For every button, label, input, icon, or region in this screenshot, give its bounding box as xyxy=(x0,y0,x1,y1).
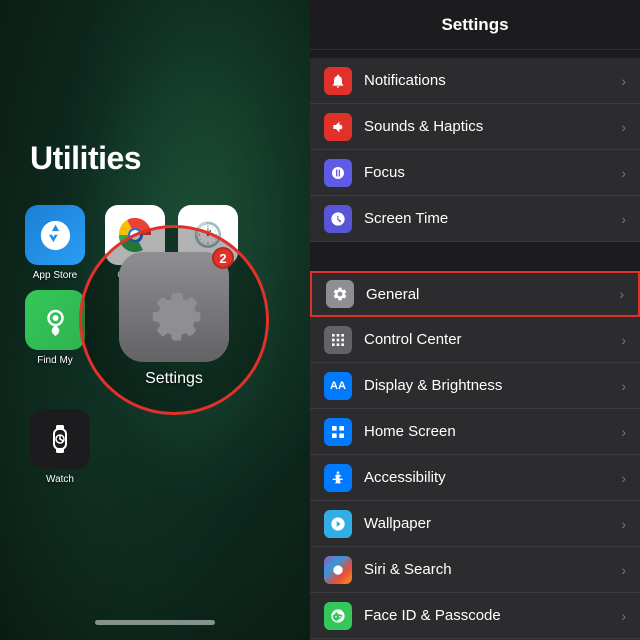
siri-chevron: › xyxy=(621,562,626,578)
right-panel: Settings Notifications › Sounds & Haptic… xyxy=(310,0,640,640)
display-label: Display & Brightness xyxy=(364,377,621,394)
home-bar xyxy=(95,620,215,625)
wallpaper-icon xyxy=(324,510,352,538)
homescreen-icon xyxy=(324,418,352,446)
settings-row-controlcenter[interactable]: Control Center › xyxy=(310,317,640,363)
watch-icon xyxy=(30,409,90,469)
faceid-chevron: › xyxy=(621,608,626,624)
notifications-label: Notifications xyxy=(364,72,621,89)
accessibility-label: Accessibility xyxy=(364,469,621,486)
settings-row-focus[interactable]: Focus › xyxy=(310,150,640,196)
homescreen-chevron: › xyxy=(621,424,626,440)
settings-section-1: Notifications › Sounds & Haptics › Focus… xyxy=(310,58,640,242)
app-store-label: App Store xyxy=(33,270,77,281)
screentime-chevron: › xyxy=(621,211,626,227)
accessibility-chevron: › xyxy=(621,470,626,486)
controlcenter-chevron: › xyxy=(621,332,626,348)
screentime-label: Screen Time xyxy=(364,210,621,227)
settings-row-accessibility[interactable]: Accessibility › xyxy=(310,455,640,501)
display-icon: AA xyxy=(324,372,352,400)
siri-label: Siri & Search xyxy=(364,561,621,578)
left-panel: Utilities App Store Chrome 🕐 xyxy=(0,0,310,640)
folder-title: Utilities xyxy=(30,140,141,177)
wallpaper-label: Wallpaper xyxy=(364,515,621,532)
settings-circle-label: Settings xyxy=(145,370,203,388)
notifications-icon xyxy=(324,67,352,95)
settings-badge: 2 xyxy=(212,247,234,269)
settings-row-faceid[interactable]: Face ID & Passcode › xyxy=(310,593,640,639)
accessibility-icon xyxy=(324,464,352,492)
findmy-label: Find My xyxy=(37,355,73,366)
settings-row-general[interactable]: General › xyxy=(310,271,640,317)
general-icon xyxy=(326,280,354,308)
sounds-chevron: › xyxy=(621,119,626,135)
settings-row-wallpaper[interactable]: Wallpaper › xyxy=(310,501,640,547)
display-chevron: › xyxy=(621,378,626,394)
faceid-icon xyxy=(324,602,352,630)
settings-header: Settings xyxy=(310,0,640,50)
settings-row-display[interactable]: AA Display & Brightness › xyxy=(310,363,640,409)
findmy-item[interactable]: Find My xyxy=(25,290,85,366)
focus-chevron: › xyxy=(621,165,626,181)
settings-row-homescreen[interactable]: Home Screen › xyxy=(310,409,640,455)
focus-label: Focus xyxy=(364,164,621,181)
settings-row-siri[interactable]: Siri & Search › xyxy=(310,547,640,593)
settings-row-screentime[interactable]: Screen Time › xyxy=(310,196,640,242)
sounds-icon xyxy=(324,113,352,141)
settings-list: Notifications › Sounds & Haptics › Focus… xyxy=(310,50,640,640)
settings-circle: 2 Settings xyxy=(79,225,269,415)
findmy-icon xyxy=(25,290,85,350)
settings-icon-large: 2 xyxy=(119,252,229,362)
screentime-icon xyxy=(324,205,352,233)
settings-overlay[interactable]: 2 Settings xyxy=(79,225,269,415)
notifications-chevron: › xyxy=(621,73,626,89)
controlcenter-label: Control Center xyxy=(364,331,621,348)
settings-row-sounds[interactable]: Sounds & Haptics › xyxy=(310,104,640,150)
watch-label: Watch xyxy=(46,474,74,485)
wallpaper-chevron: › xyxy=(621,516,626,532)
focus-icon xyxy=(324,159,352,187)
settings-row-notifications[interactable]: Notifications › xyxy=(310,58,640,104)
siri-icon xyxy=(324,556,352,584)
app-store-icon xyxy=(25,205,85,265)
settings-header-title: Settings xyxy=(441,15,508,35)
watch-item[interactable]: Watch xyxy=(30,409,90,485)
controlcenter-icon xyxy=(324,326,352,354)
sounds-label: Sounds & Haptics xyxy=(364,118,621,135)
app-store-item[interactable]: App Store xyxy=(25,205,85,281)
settings-section-2: General › Control Center › AA Display & … xyxy=(310,271,640,640)
general-label: General xyxy=(366,286,619,303)
homescreen-label: Home Screen xyxy=(364,423,621,440)
faceid-label: Face ID & Passcode xyxy=(364,607,621,624)
general-chevron: › xyxy=(619,286,624,302)
